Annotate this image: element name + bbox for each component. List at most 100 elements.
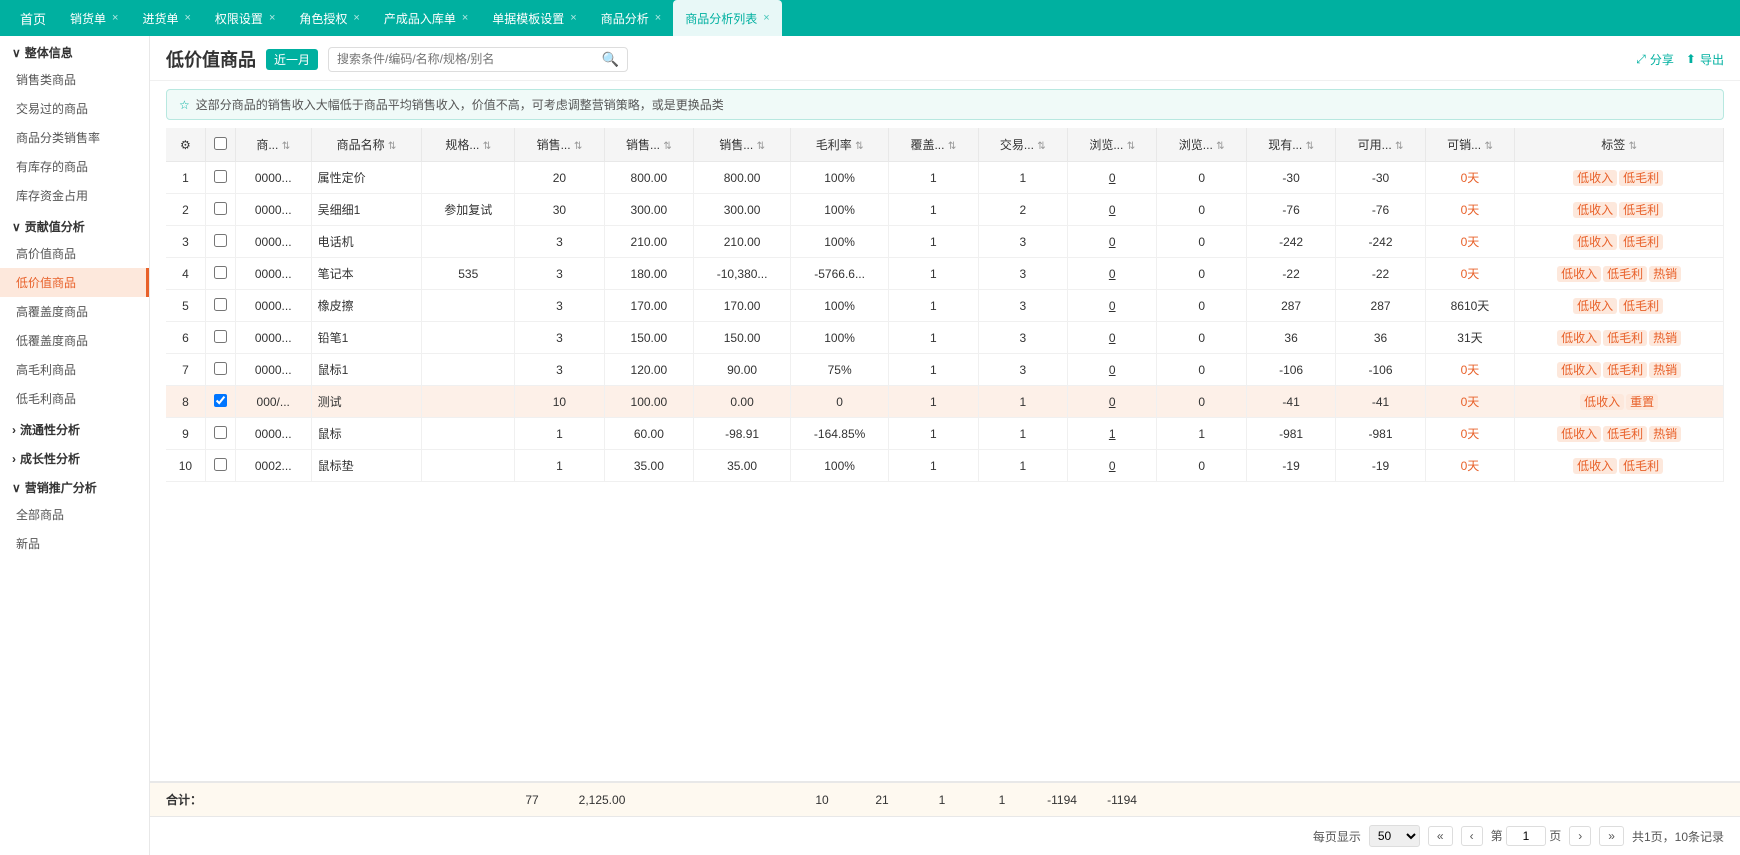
sidebar-item-traded[interactable]: 交易过的商品 (0, 94, 149, 123)
sidebar-group-marketing[interactable]: ∨ 营销推广分析 (0, 471, 149, 500)
sidebar-group-flow[interactable]: › 流通性分析 (0, 413, 149, 442)
page-number-input[interactable] (1506, 826, 1546, 846)
sidebar-item-stock-fund[interactable]: 库存资金占用 (0, 181, 149, 210)
col-available[interactable]: 可用... ⇅ (1336, 128, 1425, 162)
nav-roles[interactable]: 角色授权× (287, 0, 371, 36)
col-spec[interactable]: 规格... ⇅ (422, 128, 515, 162)
sidebar-group-growth[interactable]: › 成长性分析 (0, 442, 149, 471)
close-icon[interactable]: × (570, 12, 576, 24)
tag: 低收入 (1573, 458, 1617, 474)
search-box[interactable]: 🔍 (328, 47, 628, 72)
col-sales-amount[interactable]: 销售... ⇅ (604, 128, 693, 162)
row-checkbox[interactable] (214, 170, 227, 183)
row-checkbox[interactable] (214, 234, 227, 247)
row-checkbox[interactable] (214, 362, 227, 375)
share-button[interactable]: ⤢ 分享 (1636, 51, 1674, 68)
sidebar-item-low-coverage[interactable]: 低覆盖度商品 (0, 326, 149, 355)
row-checkbox-cell[interactable] (205, 322, 235, 354)
search-input[interactable] (337, 52, 596, 66)
first-page-button[interactable]: « (1428, 826, 1453, 846)
prev-page-button[interactable]: ‹ (1461, 826, 1483, 846)
col-label[interactable]: 标签 ⇅ (1515, 128, 1724, 162)
col-saleable[interactable]: 可销... ⇅ (1425, 128, 1514, 162)
row-checkbox[interactable] (214, 458, 227, 471)
sidebar-item-category-rate[interactable]: 商品分类销售率 (0, 123, 149, 152)
row-checkbox[interactable] (214, 330, 227, 343)
row-checkbox[interactable] (214, 298, 227, 311)
search-icon[interactable]: 🔍 (602, 51, 619, 68)
sidebar-item-new-products[interactable]: 新品 (0, 529, 149, 558)
export-button[interactable]: ⬆ 导出 (1686, 51, 1724, 68)
sidebar-item-high-margin[interactable]: 高毛利商品 (0, 355, 149, 384)
page-size-select[interactable]: 50 20 100 (1369, 825, 1420, 847)
close-icon[interactable]: × (269, 12, 275, 24)
row-browse1[interactable]: 1 (1068, 418, 1157, 450)
row-checkbox[interactable] (214, 394, 227, 407)
next-page-button[interactable]: › (1569, 826, 1591, 846)
sidebar-group-contribution[interactable]: ∨ 贡献值分析 (0, 210, 149, 239)
close-icon[interactable]: × (184, 12, 190, 24)
nav-purchase[interactable]: 进货单× (130, 0, 202, 36)
select-all-checkbox[interactable] (214, 137, 227, 150)
close-icon[interactable]: × (462, 12, 468, 24)
col-browse2[interactable]: 浏览... ⇅ (1157, 128, 1246, 162)
row-browse1[interactable]: 0 (1068, 322, 1157, 354)
row-checkbox-cell[interactable] (205, 194, 235, 226)
col-trade[interactable]: 交易... ⇅ (978, 128, 1067, 162)
row-checkbox-cell[interactable] (205, 258, 235, 290)
sidebar-item-high-value[interactable]: 高价值商品 (0, 239, 149, 268)
sidebar-item-all-products[interactable]: 全部商品 (0, 500, 149, 529)
row-checkbox-cell[interactable] (205, 226, 235, 258)
row-browse1[interactable]: 0 (1068, 290, 1157, 322)
row-browse1[interactable]: 0 (1068, 226, 1157, 258)
sidebar-item-sales-products[interactable]: 销售类商品 (0, 65, 149, 94)
row-checkbox[interactable] (214, 202, 227, 215)
row-checkbox-cell[interactable] (205, 450, 235, 482)
sidebar-item-high-coverage[interactable]: 高覆盖度商品 (0, 297, 149, 326)
row-coverage: 1 (889, 258, 978, 290)
row-browse1[interactable]: 0 (1068, 162, 1157, 194)
row-browse1[interactable]: 0 (1068, 354, 1157, 386)
col-sales-qty[interactable]: 销售... ⇅ (515, 128, 604, 162)
row-browse1[interactable]: 0 (1068, 194, 1157, 226)
row-saleable: 0天 (1425, 450, 1514, 482)
time-badge[interactable]: 近一月 (266, 49, 318, 70)
row-checkbox-cell[interactable] (205, 386, 235, 418)
last-page-button[interactable]: » (1599, 826, 1624, 846)
nav-analysis-list[interactable]: 商品分析列表× (673, 0, 781, 36)
col-sales-avg[interactable]: 销售... ⇅ (694, 128, 791, 162)
sidebar-group-overall[interactable]: ∨ 整体信息 (0, 36, 149, 65)
col-name[interactable]: 商品名称 ⇅ (311, 128, 422, 162)
close-icon[interactable]: × (655, 12, 661, 24)
row-browse1[interactable]: 0 (1068, 450, 1157, 482)
tag: 低收入 (1573, 234, 1617, 250)
close-icon[interactable]: × (763, 12, 769, 24)
col-coverage[interactable]: 覆盖... ⇅ (889, 128, 978, 162)
row-checkbox[interactable] (214, 426, 227, 439)
sidebar-item-low-value[interactable]: 低价值商品 (0, 268, 149, 297)
nav-sales[interactable]: 销货单× (58, 0, 130, 36)
nav-home[interactable]: 首页 (8, 0, 58, 36)
row-trade: 3 (978, 290, 1067, 322)
col-settings[interactable]: ⚙ (166, 128, 205, 162)
row-browse1[interactable]: 0 (1068, 258, 1157, 290)
nav-inventory[interactable]: 产成品入库单× (372, 0, 480, 36)
col-browse1[interactable]: 浏览... ⇅ (1068, 128, 1157, 162)
col-checkbox[interactable] (205, 128, 235, 162)
row-checkbox-cell[interactable] (205, 162, 235, 194)
row-checkbox-cell[interactable] (205, 354, 235, 386)
row-checkbox-cell[interactable] (205, 418, 235, 450)
row-checkbox-cell[interactable] (205, 290, 235, 322)
col-current[interactable]: 现有... ⇅ (1246, 128, 1335, 162)
row-browse1[interactable]: 0 (1068, 386, 1157, 418)
nav-analysis[interactable]: 商品分析× (589, 0, 673, 36)
sidebar-item-low-margin[interactable]: 低毛利商品 (0, 384, 149, 413)
col-code[interactable]: 商... ⇅ (235, 128, 311, 162)
sidebar-item-in-stock[interactable]: 有库存的商品 (0, 152, 149, 181)
nav-template[interactable]: 单据模板设置× (480, 0, 588, 36)
nav-permissions[interactable]: 权限设置× (203, 0, 287, 36)
row-checkbox[interactable] (214, 266, 227, 279)
close-icon[interactable]: × (112, 12, 118, 24)
col-margin[interactable]: 毛利率 ⇅ (791, 128, 889, 162)
close-icon[interactable]: × (353, 12, 359, 24)
